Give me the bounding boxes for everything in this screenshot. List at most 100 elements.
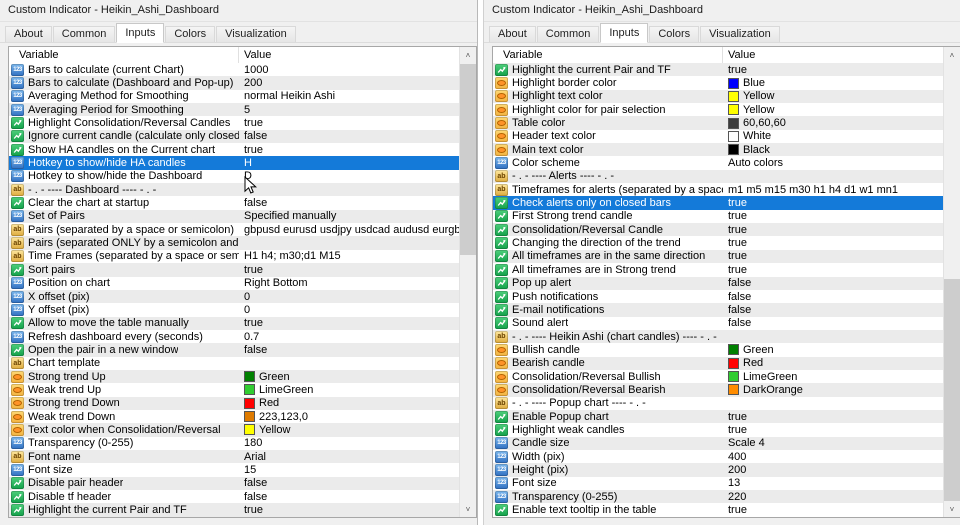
- param-row[interactable]: Bullish candleGreen: [493, 343, 944, 356]
- param-row[interactable]: Enable Popup charttrue: [493, 410, 944, 423]
- table-body: 123Bars to calculate (current Chart)1000…: [9, 63, 460, 517]
- param-row[interactable]: ab- . - ---- Heikin Ashi (chart candles)…: [493, 330, 944, 343]
- param-row[interactable]: 123Position on chartRight Bottom: [9, 277, 460, 290]
- param-row[interactable]: Weak trend Down223,123,0: [9, 410, 460, 423]
- param-row[interactable]: Changing the direction of the trendtrue: [493, 236, 944, 249]
- param-row[interactable]: Highlight weak candlestrue: [493, 423, 944, 436]
- param-row[interactable]: Sound alertfalse: [493, 317, 944, 330]
- param-row[interactable]: 123Transparency (0-255)220: [493, 490, 944, 503]
- color-input-icon: [11, 384, 24, 396]
- param-row[interactable]: Enable text tooltip in the tabletrue: [493, 503, 944, 516]
- param-value: m1 m5 m15 m30 h1 h4 d1 w1 mn1: [728, 184, 898, 196]
- param-row[interactable]: Disable pair headerfalse: [9, 477, 460, 490]
- param-row[interactable]: Highlight Consolidation/Reversal Candles…: [9, 116, 460, 129]
- param-label: Consolidation/Reversal Bullish: [512, 371, 661, 383]
- param-row[interactable]: 123X offset (pix)0: [9, 290, 460, 303]
- scroll-down-button[interactable]: ˅: [460, 501, 476, 517]
- tab-common[interactable]: Common: [53, 26, 116, 42]
- param-row[interactable]: 123Font size15: [9, 463, 460, 476]
- param-label: Bearish candle: [512, 357, 585, 369]
- param-row[interactable]: Highlight border colorBlue: [493, 76, 944, 89]
- tab-visualization[interactable]: Visualization: [700, 26, 780, 42]
- param-row[interactable]: Main text colorBlack: [493, 143, 944, 156]
- param-row[interactable]: Disable tf headerfalse: [9, 490, 460, 503]
- param-value: Green: [743, 344, 774, 356]
- param-row[interactable]: ab- . - ---- Alerts ---- - . -: [493, 170, 944, 183]
- param-row[interactable]: 123Refresh dashboard every (seconds)0.7: [9, 330, 460, 343]
- param-row[interactable]: ab- . - ---- Popup chart ---- - . -: [493, 397, 944, 410]
- param-row[interactable]: Highlight color for pair selectionYellow: [493, 103, 944, 116]
- param-row[interactable]: Header text colorWhite: [493, 130, 944, 143]
- scrollbar-thumb[interactable]: [944, 279, 960, 501]
- param-label: Open the pair in a new window: [28, 344, 178, 356]
- param-row[interactable]: 123Candle sizeScale 4: [493, 437, 944, 450]
- param-row[interactable]: Table color60,60,60: [493, 116, 944, 129]
- param-row[interactable]: 123Hotkey to show/hide HA candlesH: [9, 156, 460, 169]
- param-row[interactable]: Allow to move the table manuallytrue: [9, 317, 460, 330]
- tab-colors[interactable]: Colors: [165, 26, 215, 42]
- string-input-icon: ab: [11, 357, 24, 369]
- param-row[interactable]: abFont nameArial: [9, 450, 460, 463]
- param-row[interactable]: Open the pair in a new windowfalse: [9, 343, 460, 356]
- param-row[interactable]: Ignore current candle (calculate only cl…: [9, 130, 460, 143]
- param-row[interactable]: 123Color schemeAuto colors: [493, 156, 944, 169]
- color-swatch: [728, 104, 739, 115]
- param-row[interactable]: 123Y offset (pix)0: [9, 303, 460, 316]
- param-row[interactable]: 123Height (pix)200: [493, 463, 944, 476]
- param-row[interactable]: Push notificationsfalse: [493, 290, 944, 303]
- param-row[interactable]: 123Averaging Period for Smoothing5: [9, 103, 460, 116]
- param-row[interactable]: 123Width (pix)400: [493, 450, 944, 463]
- param-value: 60,60,60: [743, 117, 786, 129]
- tab-about[interactable]: About: [489, 26, 536, 42]
- param-row[interactable]: Strong trend UpGreen: [9, 370, 460, 383]
- param-row[interactable]: abPairs (separated by a space or semicol…: [9, 223, 460, 236]
- tab-colors[interactable]: Colors: [649, 26, 699, 42]
- param-row[interactable]: 123Font size13: [493, 477, 944, 490]
- param-row[interactable]: Clear the chart at startupfalse: [9, 196, 460, 209]
- param-row[interactable]: Bearish candleRed: [493, 357, 944, 370]
- param-row[interactable]: 123Bars to calculate (Dashboard and Pop-…: [9, 76, 460, 89]
- param-row[interactable]: 123Transparency (0-255)180: [9, 437, 460, 450]
- param-row[interactable]: Show HA candles on the Current charttrue: [9, 143, 460, 156]
- param-row[interactable]: Pop up alertfalse: [493, 277, 944, 290]
- tab-inputs[interactable]: Inputs: [600, 23, 648, 43]
- param-row[interactable]: ab- . - ---- Dashboard ---- - . -: [9, 183, 460, 196]
- scroll-down-button[interactable]: ˅: [944, 501, 960, 517]
- scrollbar-thumb[interactable]: [460, 64, 476, 255]
- param-value: true: [728, 197, 747, 209]
- param-row[interactable]: Text color when Consolidation/ReversalYe…: [9, 423, 460, 436]
- param-row[interactable]: 123Hotkey to show/hide the DashboardD: [9, 170, 460, 183]
- dialog-title: Custom Indicator - Heikin_Ashi_Dashboard: [484, 0, 960, 22]
- tab-inputs[interactable]: Inputs: [116, 23, 164, 43]
- param-row[interactable]: Highlight the current Pair and TFtrue: [9, 503, 460, 516]
- param-row[interactable]: All timeframes are in the same direction…: [493, 250, 944, 263]
- param-row[interactable]: 123Bars to calculate (current Chart)1000: [9, 63, 460, 76]
- tab-visualization[interactable]: Visualization: [216, 26, 296, 42]
- param-row[interactable]: 123Averaging Method for Smoothingnormal …: [9, 90, 460, 103]
- param-row[interactable]: 123Set of PairsSpecified manually: [9, 210, 460, 223]
- param-row[interactable]: All timeframes are in Strong trendtrue: [493, 263, 944, 276]
- numeric-input-icon: 123: [495, 157, 508, 169]
- param-row[interactable]: Consolidation/Reversal BearishDarkOrange: [493, 383, 944, 396]
- param-row[interactable]: Consolidation/Reversal BullishLimeGreen: [493, 370, 944, 383]
- param-row[interactable]: E-mail notificationsfalse: [493, 303, 944, 316]
- scroll-up-button[interactable]: ˄: [460, 47, 476, 63]
- param-row[interactable]: Weak trend UpLimeGreen: [9, 383, 460, 396]
- vertical-scrollbar[interactable]: ˄ ˅: [943, 47, 960, 517]
- param-row[interactable]: abTimeframes for alerts (separated by a …: [493, 183, 944, 196]
- scroll-up-button[interactable]: ˄: [944, 47, 960, 63]
- param-row[interactable]: Highlight the current Pair and TFtrue: [493, 63, 944, 76]
- param-row[interactable]: Highlight text colorYellow: [493, 90, 944, 103]
- param-row[interactable]: abChart template: [9, 357, 460, 370]
- param-row[interactable]: Consolidation/Reversal Candletrue: [493, 223, 944, 236]
- param-row[interactable]: Strong trend DownRed: [9, 397, 460, 410]
- param-row[interactable]: abPairs (separated ONLY by a semicolon a…: [9, 236, 460, 249]
- param-row[interactable]: First Strong trend candletrue: [493, 210, 944, 223]
- param-value: 180: [244, 437, 262, 449]
- param-row[interactable]: Sort pairstrue: [9, 263, 460, 276]
- tab-about[interactable]: About: [5, 26, 52, 42]
- tab-common[interactable]: Common: [537, 26, 600, 42]
- vertical-scrollbar[interactable]: ˄ ˅: [459, 47, 476, 517]
- param-row[interactable]: abTime Frames (separated by a space or s…: [9, 250, 460, 263]
- param-row[interactable]: Check alerts only on closed barstrue: [493, 196, 944, 209]
